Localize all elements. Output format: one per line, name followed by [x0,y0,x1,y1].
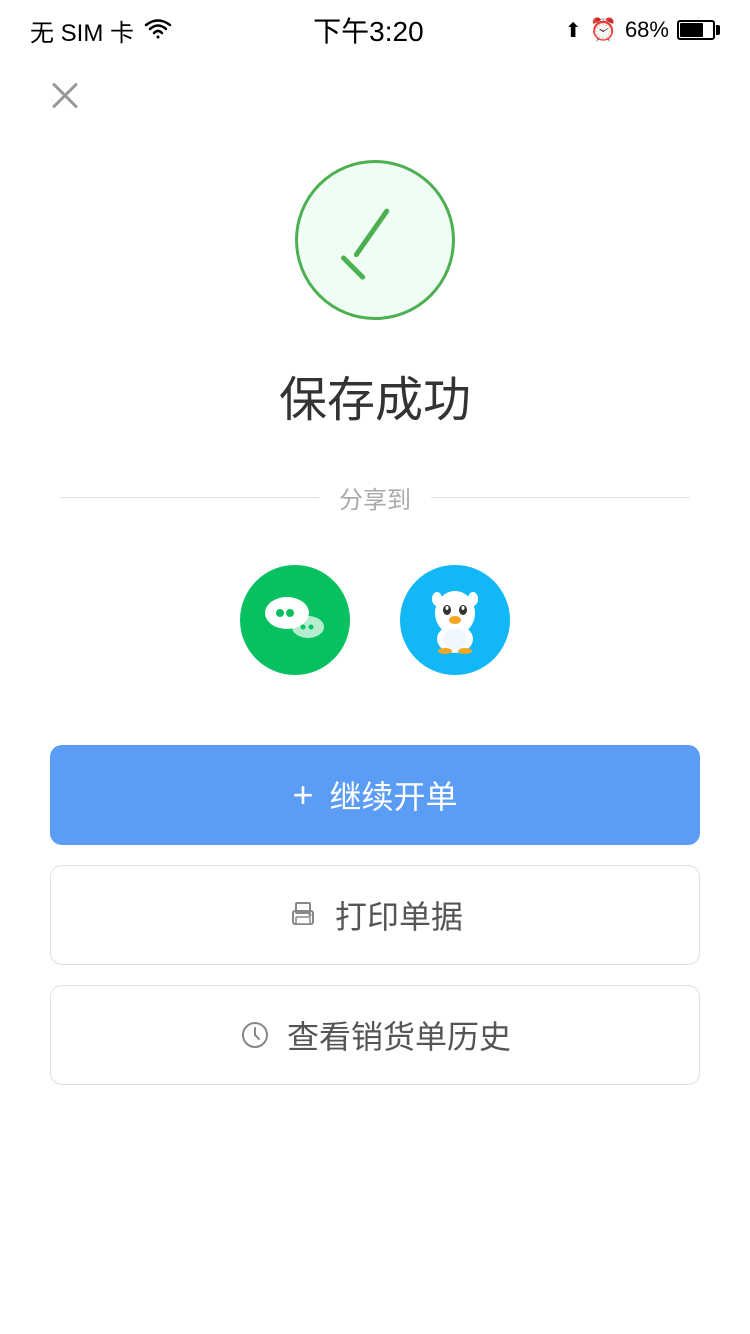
qq-icon [423,585,488,655]
battery-icon [677,20,720,40]
status-right: ⬆ ⏰ 68% [565,17,720,43]
print-button[interactable]: 打印单据 [50,865,700,965]
print-icon [287,899,319,931]
action-buttons: + 继续开单 打印单据 查看销货单历史 [0,745,750,1085]
alarm-icon: ⏰ [590,17,617,43]
share-section: 分享到 [0,480,750,515]
battery-percent: 68% [625,17,669,43]
share-label: 分享到 [319,480,431,515]
carrier-text: 无 SIM 卡 [30,13,134,48]
wifi-icon [144,19,172,41]
success-title: 保存成功 [279,360,471,430]
wechat-icon [260,591,330,649]
share-icons-row [240,565,510,675]
close-button[interactable] [40,70,90,120]
status-time: 下午3:20 [313,10,424,50]
share-line-left [60,497,319,498]
qq-share-button[interactable] [400,565,510,675]
continue-icon: + [292,774,313,816]
print-label: 打印单据 [335,892,463,938]
checkmark-icon [335,213,415,268]
status-left: 无 SIM 卡 [30,13,172,48]
status-bar: 无 SIM 卡 下午3:20 ⬆ ⏰ 68% [0,0,750,60]
wechat-share-button[interactable] [240,565,350,675]
history-button[interactable]: 查看销货单历史 [50,985,700,1085]
continue-button[interactable]: + 继续开单 [50,745,700,845]
history-icon [239,1019,271,1051]
history-label: 查看销货单历史 [287,1012,511,1058]
continue-label: 继续开单 [330,772,458,818]
success-circle [295,160,455,320]
location-icon: ⬆ [565,18,582,43]
main-content: 保存成功 分享到 [0,60,750,1085]
share-line-right [431,497,690,498]
